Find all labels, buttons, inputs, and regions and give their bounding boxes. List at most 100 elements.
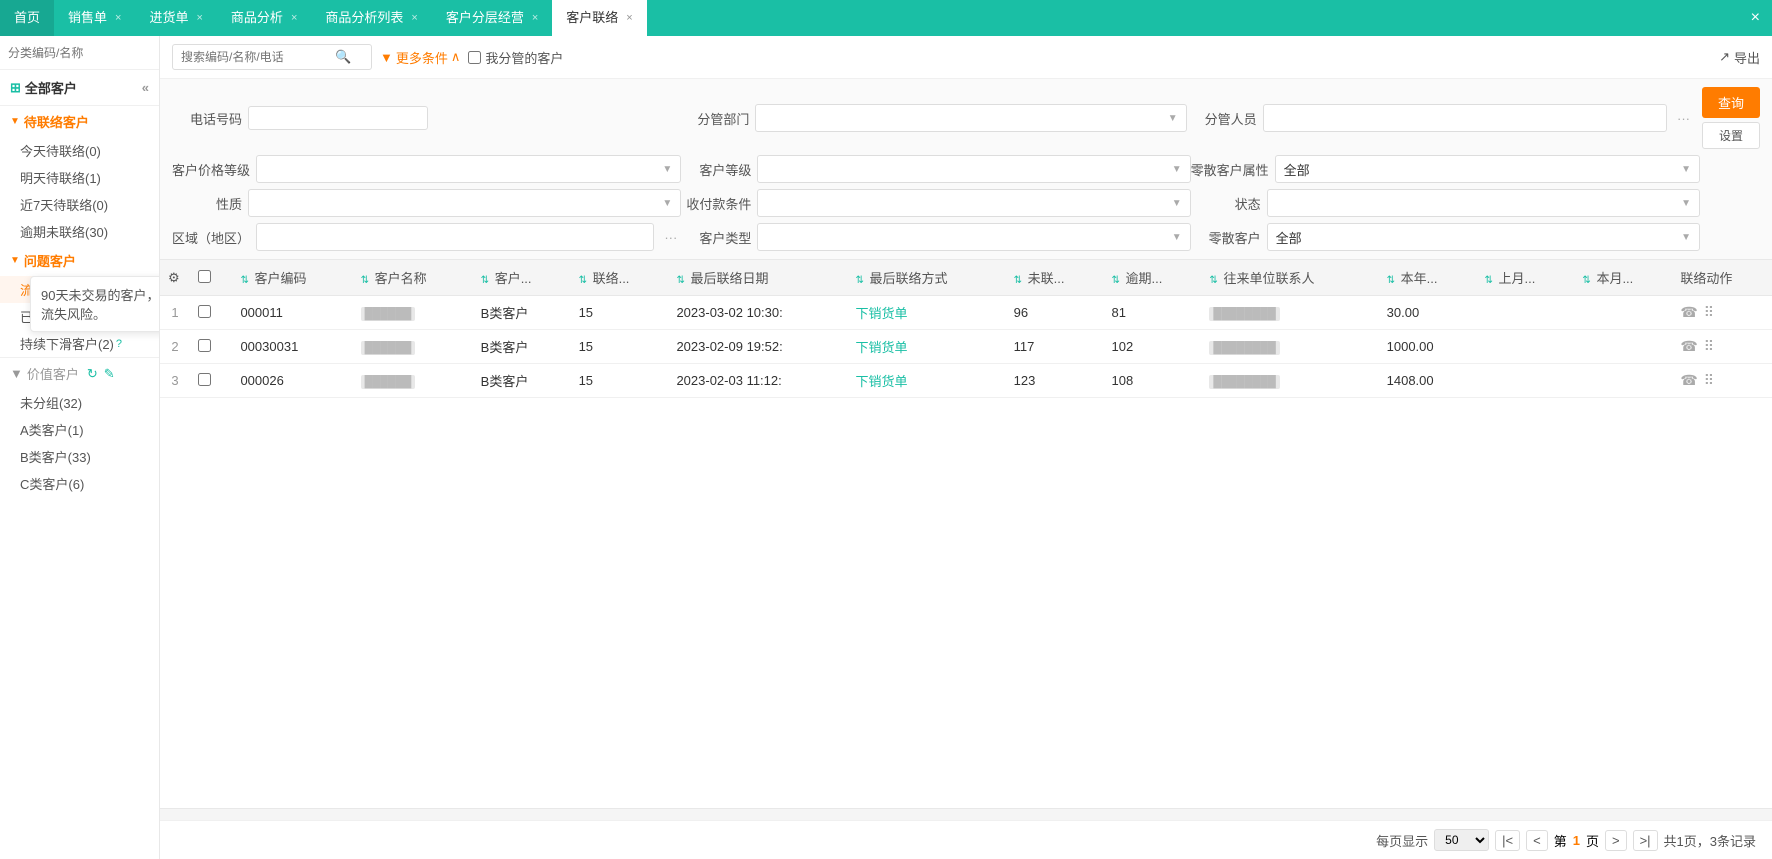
more-actions-icon[interactable]: ⠿	[1704, 338, 1714, 355]
sidebar-item-overdue[interactable]: 逾期未联络(30)	[0, 218, 159, 245]
refresh-icon[interactable]: ↻	[87, 366, 98, 382]
my-customers-checkbox[interactable]	[468, 51, 481, 64]
edit-icon[interactable]: ✎	[104, 366, 115, 382]
table-row: 1 000011 ██████ B类客户 15 2023-03-02 10:30…	[160, 296, 1772, 330]
sidebar-item-declining[interactable]: 持续下滑客户(2) ?	[0, 330, 159, 357]
more-actions-icon[interactable]: ⠿	[1704, 304, 1714, 321]
contact-icon[interactable]: ☎	[1680, 338, 1697, 355]
contact-method-link[interactable]: 下销货单	[855, 306, 907, 321]
tab-analysis-list[interactable]: 商品分析列表 ×	[311, 0, 431, 36]
th-last-contact-method[interactable]: ⇅ 最后联络方式	[847, 260, 1005, 296]
contact-icon[interactable]: ☎	[1680, 372, 1697, 389]
zero-select[interactable]: 全部 ▼	[1267, 223, 1700, 251]
contact-icon[interactable]: ☎	[1680, 304, 1697, 321]
row-this-year: 30.00	[1379, 296, 1477, 330]
per-page-select[interactable]: 50 100	[1434, 829, 1489, 851]
sidebar-item-ungroup[interactable]: 未分组(32)	[0, 389, 159, 416]
row-checkbox[interactable]	[198, 373, 211, 386]
settings-btn[interactable]: 设置	[1702, 122, 1760, 149]
prev-page-btn[interactable]: <	[1526, 830, 1548, 851]
tab-sales-close[interactable]: ×	[115, 0, 121, 36]
region-label: 区域（地区）	[172, 228, 250, 247]
th-this-year[interactable]: ⇅ 本年...	[1379, 260, 1477, 296]
th-type[interactable]: ⇅ 客户...	[473, 260, 571, 296]
filter-btn[interactable]: ▼ 更多条件 ∧	[380, 48, 460, 67]
sidebar-item-tomorrow[interactable]: 明天待联络(1)	[0, 164, 159, 191]
settings-icon[interactable]: ⚙	[168, 270, 180, 285]
sidebar-section-value-title[interactable]: ▼ 价值客户 ↻ ✎	[0, 358, 159, 389]
th-last-contact-date[interactable]: ⇅ 最后联络日期	[668, 260, 847, 296]
next-page-btn[interactable]: >	[1605, 830, 1627, 851]
tab-customer-segment[interactable]: 客户分层经营 ×	[432, 0, 552, 36]
tab-customer-contact-close[interactable]: ×	[626, 0, 632, 36]
sidebar-collapse-btn[interactable]: «	[142, 80, 149, 95]
search-icon-btn[interactable]: 🔍	[335, 49, 351, 65]
more-actions-icon[interactable]: ⠿	[1704, 372, 1714, 389]
tab-customer-contact[interactable]: 客户联络 ×	[552, 0, 646, 36]
th-code[interactable]: ⇅ 客户编码	[232, 260, 352, 296]
payment-select[interactable]: ▼	[757, 189, 1190, 217]
sort-icon-last-month: ⇅	[1485, 275, 1493, 286]
price-tier-chevron-icon: ▼	[662, 164, 672, 175]
tab-purchase[interactable]: 进货单 ×	[135, 0, 216, 36]
sidebar-item-a-class[interactable]: A类客户(1)	[0, 416, 159, 443]
phone-input[interactable]	[248, 106, 428, 130]
tab-customer-segment-close[interactable]: ×	[532, 0, 538, 36]
zero-attr-select[interactable]: 全部 ▼	[1275, 155, 1700, 183]
first-page-btn[interactable]: |<	[1495, 830, 1520, 851]
horizontal-scrollbar[interactable]	[160, 808, 1772, 820]
total-info: 共1页，3条记录	[1664, 831, 1756, 850]
filter-dots-region[interactable]: ···	[660, 230, 681, 245]
th-last-month[interactable]: ⇅ 上月...	[1477, 260, 1575, 296]
th-overdue[interactable]: ⇅ 逾期...	[1104, 260, 1202, 296]
region-select[interactable]	[256, 223, 654, 251]
row-this-month	[1574, 296, 1672, 330]
row-checkbox[interactable]	[198, 339, 211, 352]
nature-select[interactable]: ▼	[248, 189, 681, 217]
sidebar-item-today[interactable]: 今天待联络(0)	[0, 137, 159, 164]
dept-select[interactable]: ▼	[755, 104, 1186, 132]
sidebar-item-b-class[interactable]: B类客户(33)	[0, 443, 159, 470]
tab-sales[interactable]: 销售单 ×	[54, 0, 135, 36]
row-last-contact-method[interactable]: 下销货单	[847, 364, 1005, 398]
sidebar-search-input[interactable]	[8, 46, 160, 60]
tab-home[interactable]: 首页	[0, 0, 54, 36]
contact-method-link[interactable]: 下销货单	[855, 340, 907, 355]
contact-method-link[interactable]: 下销货单	[855, 374, 907, 389]
sidebar-section-problem-title[interactable]: ▼ 问题客户	[0, 245, 159, 276]
last-page-btn[interactable]: >|	[1633, 830, 1658, 851]
customer-tier-select[interactable]: ▼	[757, 155, 1190, 183]
th-no-contact-days[interactable]: ⇅ 未联...	[1006, 260, 1104, 296]
today-label: 今天待联络(0)	[20, 141, 101, 160]
all-customers-item[interactable]: ⊞ 全部客户 «	[0, 70, 159, 106]
price-tier-select[interactable]: ▼	[256, 155, 681, 183]
row-last-contact-method[interactable]: 下销货单	[847, 296, 1005, 330]
status-select[interactable]: ▼	[1267, 189, 1700, 217]
search-input[interactable]	[181, 50, 331, 64]
tab-purchase-close[interactable]: ×	[196, 0, 202, 36]
question-icon2: ?	[116, 338, 122, 350]
customer-type-label: 客户类型	[681, 228, 751, 247]
th-contact-count[interactable]: ⇅ 联络...	[571, 260, 669, 296]
th-name[interactable]: ⇅ 客户名称	[353, 260, 473, 296]
th-contacts[interactable]: ⇅ 往来单位联系人	[1201, 260, 1378, 296]
query-btn[interactable]: 查询	[1702, 87, 1760, 118]
row-checkbox[interactable]	[198, 305, 211, 318]
sidebar-section-pending-title[interactable]: ▼ 待联络客户	[0, 106, 159, 137]
row-last-contact-method[interactable]: 下销货单	[847, 330, 1005, 364]
th-settings[interactable]: ⚙	[160, 260, 190, 296]
tab-analysis[interactable]: 商品分析 ×	[217, 0, 311, 36]
row-last-contact-date: 2023-02-09 19:52:	[668, 330, 847, 364]
sidebar-item-week[interactable]: 近7天待联络(0)	[0, 191, 159, 218]
export-btn[interactable]: ↗ 导出	[1719, 48, 1760, 67]
tab-analysis-close[interactable]: ×	[291, 0, 297, 36]
my-customers-checkbox-label[interactable]: 我分管的客户	[468, 48, 563, 67]
customer-type-select[interactable]: ▼	[757, 223, 1190, 251]
filter-dots-1[interactable]: ···	[1673, 111, 1694, 126]
th-this-month[interactable]: ⇅ 本月...	[1574, 260, 1672, 296]
tab-analysis-list-close[interactable]: ×	[411, 0, 417, 36]
person-select[interactable]	[1263, 104, 1667, 132]
window-close-icon[interactable]: ×	[1751, 9, 1772, 27]
select-all-checkbox[interactable]	[198, 270, 211, 283]
sidebar-item-c-class[interactable]: C类客户(6)	[0, 470, 159, 497]
